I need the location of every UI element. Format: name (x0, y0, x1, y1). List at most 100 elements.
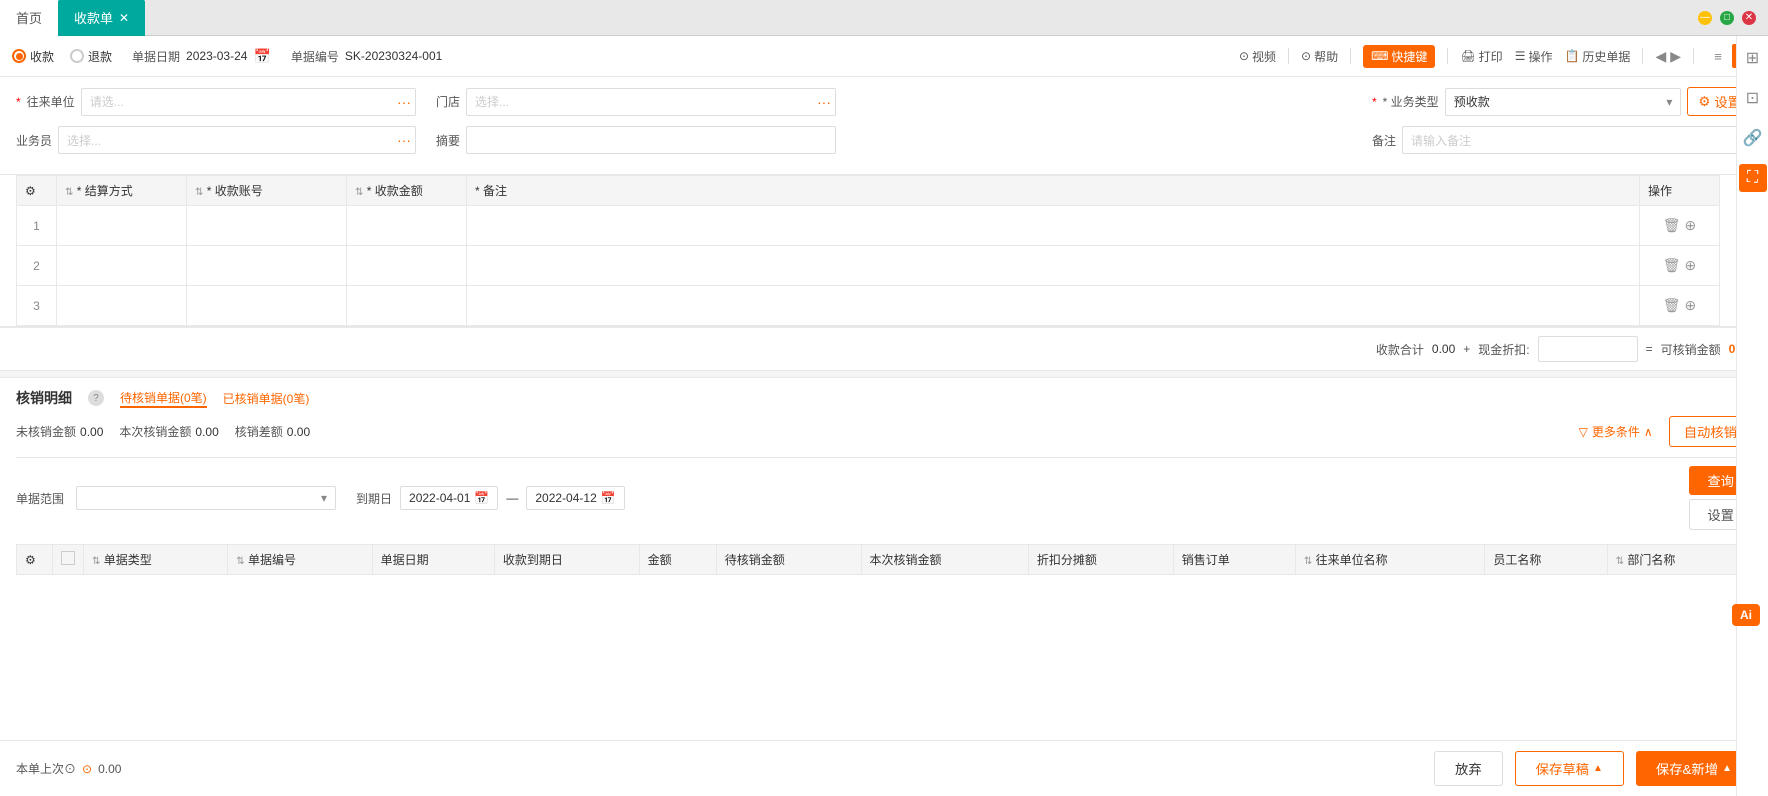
amount-input-3[interactable] (347, 286, 466, 325)
video-btn[interactable]: ⊙ 视频 (1239, 48, 1276, 65)
window-close-button[interactable]: ✕ (1742, 11, 1756, 25)
account-input-1[interactable] (187, 206, 346, 245)
radio-receipt[interactable]: 收款 (12, 48, 54, 65)
range-select[interactable]: ▾ (76, 486, 336, 510)
remark-cell-3[interactable] (467, 286, 1640, 326)
amount-input-1[interactable] (347, 206, 466, 245)
amount-cell-2[interactable] (347, 246, 467, 286)
nav-next-icon[interactable]: ▶ (1670, 48, 1681, 65)
info-icon[interactable]: ⊙ (82, 762, 92, 776)
account-cell-3[interactable] (187, 286, 347, 326)
remark-input-1[interactable] (467, 206, 1639, 245)
remark-cell-2[interactable] (467, 246, 1640, 286)
amount-cell-1[interactable] (347, 206, 467, 246)
settle-input-3[interactable] (57, 286, 186, 325)
delete-icon-2[interactable]: 🗑 (1663, 257, 1681, 274)
settle-cell-2[interactable] (57, 246, 187, 286)
sidebar-expand-icon[interactable]: ⛶ (1739, 164, 1767, 192)
tab-receipt[interactable]: 收款单 ✕ (58, 0, 145, 36)
amount-input-2[interactable] (347, 246, 466, 285)
sort-settle-icon[interactable]: ⇅ (65, 187, 73, 198)
divider-2 (1350, 48, 1351, 64)
history-btn[interactable]: 📋 历史单据 (1564, 48, 1630, 65)
calendar-to-icon[interactable]: 📅 (601, 491, 616, 505)
radio-receipt-dot (12, 49, 26, 63)
account-input-3[interactable] (187, 286, 346, 325)
staff-more-icon[interactable]: ··· (397, 132, 411, 148)
calendar-from-icon[interactable]: 📅 (474, 491, 489, 505)
sort-amount-icon[interactable]: ⇅ (355, 187, 363, 198)
amount-cell-3[interactable] (347, 286, 467, 326)
save-new-button[interactable]: 保存&新增 ▲ (1636, 751, 1752, 786)
nav-prev-icon[interactable]: ◀ (1655, 48, 1666, 65)
bth-gear[interactable]: ⚙ (17, 545, 53, 575)
account-cell-1[interactable] (187, 206, 347, 246)
header-checkbox[interactable] (61, 551, 75, 565)
done-tab[interactable]: 已核销单据(0笔) (223, 390, 310, 407)
account-input-2[interactable] (187, 246, 346, 285)
remark-input-2[interactable] (467, 246, 1639, 285)
th-action-label: 操作 (1648, 184, 1672, 198)
sidebar-link-icon[interactable]: 🔗 (1739, 124, 1767, 152)
delete-icon-3[interactable]: 🗑 (1663, 297, 1681, 314)
sidebar-table-icon[interactable]: ⊞ (1739, 44, 1767, 72)
save-draft-button[interactable]: 保存草稿 ▲ (1515, 751, 1624, 786)
abandon-button[interactable]: 放弃 (1434, 751, 1503, 786)
duedate-to-input[interactable]: 2022-04-12 📅 (526, 486, 624, 510)
operation-btn[interactable]: ☰ 操作 (1515, 48, 1553, 65)
staff-input[interactable]: 选择... ··· (58, 126, 416, 154)
remark-input-3[interactable] (467, 286, 1639, 325)
shortcut-btn[interactable]: ⌨ 快捷键 (1363, 45, 1435, 68)
action-cell-2: 🗑 ⊕ (1640, 246, 1720, 286)
window-minimize-button[interactable]: — (1698, 11, 1712, 25)
copy-icon-3[interactable]: ⊕ (1685, 297, 1697, 314)
right-sidebar: ⊞ ⊡ 🔗 ⛶ (1736, 36, 1768, 796)
tab-home[interactable]: 首页 (0, 0, 58, 36)
video-icon: ⊙ (1239, 49, 1249, 63)
help-btn[interactable]: ⊙ 帮助 (1301, 48, 1338, 65)
counterparty-more-icon[interactable]: ··· (397, 94, 411, 110)
store-input[interactable]: 选择... ··· (466, 88, 836, 116)
total-label: 收款合计 (1376, 341, 1424, 358)
delete-icon-1[interactable]: 🗑 (1663, 217, 1681, 234)
sort-doctype-icon[interactable]: ⇅ (92, 556, 100, 567)
pending-tab[interactable]: 待核销单据(0笔) (120, 389, 207, 408)
account-cell-2[interactable] (187, 246, 347, 286)
summary-row: 收款合计 0.00 + 现金折扣: = 可核销金额 0.00 (0, 327, 1768, 370)
summary-input[interactable] (466, 126, 836, 154)
sort-docno-icon[interactable]: ⇅ (236, 556, 244, 567)
filter-icon: ▽ (1579, 425, 1588, 439)
more-conditions-btn[interactable]: ▽ 更多条件 ∧ (1579, 423, 1653, 440)
settle-cell-1[interactable] (57, 206, 187, 246)
ai-badge[interactable]: Ai (1732, 604, 1760, 626)
copy-icon-2[interactable]: ⊕ (1685, 257, 1697, 274)
store-more-icon[interactable]: ··· (817, 94, 831, 110)
bottom-table-header: ⚙ ⇅ 单据类型 ⇅ 单据编号 (17, 545, 1752, 575)
sidebar-copy-icon[interactable]: ⊡ (1739, 84, 1767, 112)
window-maximize-button[interactable]: □ (1720, 11, 1734, 25)
view-list-btn[interactable]: ≡ (1706, 44, 1730, 68)
discount-input[interactable] (1538, 336, 1638, 362)
settle-input-2[interactable] (57, 246, 186, 285)
copy-icon-1[interactable]: ⊕ (1685, 217, 1697, 234)
settle-cell-3[interactable] (57, 286, 187, 326)
counterparty-input[interactable]: 请选... ··· (81, 88, 416, 116)
calendar-icon[interactable]: 📅 (253, 48, 270, 65)
tab-close-icon[interactable]: ✕ (119, 11, 129, 25)
bth-docno-label: 单据编号 (248, 553, 296, 567)
print-label: 打印 (1479, 48, 1503, 65)
print-btn[interactable]: 🖨 打印 (1460, 48, 1502, 65)
settle-input-1[interactable] (57, 206, 186, 245)
sort-dept-icon[interactable]: ⇅ (1616, 556, 1624, 567)
writeoff-help-icon[interactable]: ? (88, 390, 104, 406)
bottom-actions: 放弃 保存草稿 ▲ 保存&新增 ▲ (1434, 751, 1752, 786)
sort-counterparty-icon[interactable]: ⇅ (1304, 556, 1312, 567)
duedate-from-input[interactable]: 2022-04-01 📅 (400, 486, 498, 510)
radio-refund[interactable]: 退款 (70, 48, 112, 65)
th-gear[interactable]: ⚙ (17, 176, 57, 206)
sort-account-icon[interactable]: ⇅ (195, 187, 203, 198)
remark-input[interactable]: 请输入备注 (1402, 126, 1752, 154)
biztype-select[interactable]: 预收款 ▾ (1445, 88, 1682, 116)
unreconciled-stat: 未核销金额 0.00 (16, 423, 103, 440)
remark-cell-1[interactable] (467, 206, 1640, 246)
